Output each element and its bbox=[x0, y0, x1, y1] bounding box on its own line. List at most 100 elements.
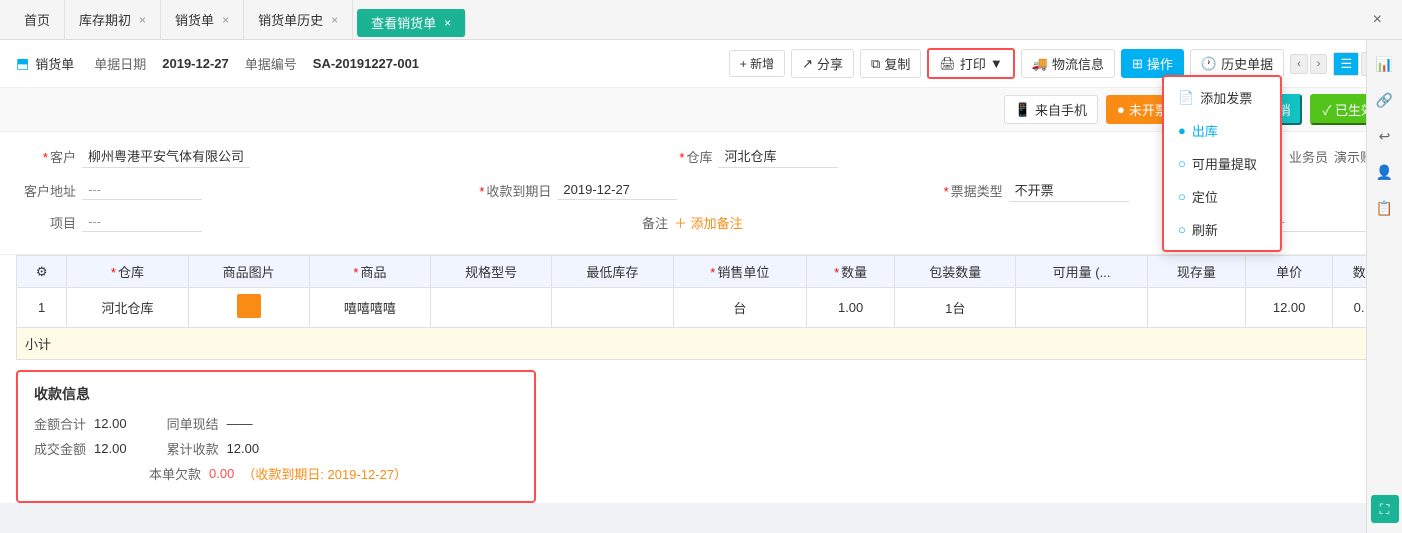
table-header-row: ⚙ 仓库 商品图片 商品 规格型号 最低库存 销售单位 数量 包装数量 可用量 … bbox=[17, 256, 1386, 288]
total-label: 金额合计 bbox=[34, 414, 86, 433]
available-extract-icon: ○ bbox=[1178, 156, 1186, 171]
effective-icon: ✓ bbox=[1322, 103, 1331, 118]
row-quantity: 1.00 bbox=[807, 288, 895, 328]
tab-bar: 首页 库存期初 × 销货单 × 销货单历史 × 查看销货单 × × bbox=[0, 0, 1402, 40]
col-unit-price: 单价 bbox=[1246, 256, 1333, 288]
number-value: SA-20191227-001 bbox=[313, 56, 419, 71]
tab-sales-close[interactable]: × bbox=[222, 13, 229, 27]
address-field: 客户地址 --- bbox=[16, 180, 459, 200]
add-note-button[interactable]: ＋ 添加备注 bbox=[674, 213, 743, 232]
print-dropdown-icon: ▼ bbox=[990, 56, 1003, 71]
doc-type: 销货单 bbox=[35, 54, 74, 73]
payment-row-1: 金额合计 12.00 同单现结 —— bbox=[34, 414, 518, 433]
row-available bbox=[1016, 288, 1147, 328]
warehouse-out-item[interactable]: ● 出库 bbox=[1164, 114, 1280, 147]
next-button[interactable]: › bbox=[1310, 54, 1328, 74]
row-no: 1 bbox=[17, 288, 67, 328]
tab-view-sales[interactable]: 查看销货单 × bbox=[357, 9, 466, 37]
transaction-label: 成交金额 bbox=[34, 439, 86, 458]
ticket-value[interactable]: 不开票 bbox=[1009, 178, 1129, 202]
add-invoice-item[interactable]: 📄 添加发票 bbox=[1164, 81, 1280, 114]
col-min-stock: 最低库存 bbox=[552, 256, 673, 288]
grid-icon: ⊞ bbox=[1132, 56, 1143, 72]
tab-inventory-close[interactable]: × bbox=[139, 13, 146, 27]
customer-value[interactable]: 柳州粤港平安气体有限公司 bbox=[82, 144, 250, 168]
refresh-item[interactable]: ○ 刷新 bbox=[1164, 213, 1280, 246]
col-product: 商品 bbox=[309, 256, 430, 288]
sidebar-icon-5[interactable]: 📋 bbox=[1371, 194, 1399, 222]
add-button[interactable]: + 新增 bbox=[729, 50, 785, 77]
copy-button[interactable]: ⧉ 复制 bbox=[860, 49, 921, 78]
truck-icon: 🚚 bbox=[1032, 56, 1048, 72]
tab-view-sales-close[interactable]: × bbox=[444, 16, 451, 30]
due-date-label: 收款到期日 bbox=[479, 181, 551, 200]
same-order-value: —— bbox=[227, 416, 253, 431]
warehouse-value[interactable]: 河北仓库 bbox=[718, 144, 838, 168]
date-label: 单据日期 bbox=[94, 54, 146, 73]
operation-button[interactable]: ⊞ 操作 bbox=[1121, 49, 1184, 78]
row-product: 嘻嘻嘻嘻 bbox=[309, 288, 430, 328]
available-extract-item[interactable]: ○ 可用量提取 bbox=[1164, 147, 1280, 180]
current-due-value: 0.00 bbox=[209, 466, 234, 481]
col-package-qty: 包装数量 bbox=[895, 256, 1016, 288]
copy-icon: ⧉ bbox=[871, 56, 880, 72]
sidebar-icon-6[interactable]: ⛶ bbox=[1371, 495, 1399, 523]
col-gear: ⚙ bbox=[17, 256, 67, 288]
sidebar-icon-3[interactable]: ↩ bbox=[1371, 122, 1399, 150]
share-button[interactable]: ↗ 分享 bbox=[791, 49, 854, 78]
row-unit: 台 bbox=[673, 288, 807, 328]
transaction-value: 12.00 bbox=[94, 441, 127, 456]
plus-icon: ＋ bbox=[674, 216, 687, 231]
sidebar-icon-4[interactable]: 👤 bbox=[1371, 158, 1399, 186]
current-due-label: 本单欠款 bbox=[149, 464, 201, 483]
logistics-button[interactable]: 🚚 物流信息 bbox=[1021, 49, 1115, 78]
col-warehouse: 仓库 bbox=[67, 256, 188, 288]
due-date-field: 收款到期日 2019-12-27 bbox=[479, 180, 922, 200]
customer-field: 客户 柳州粤港平安气体有限公司 bbox=[16, 144, 632, 168]
same-order-item: 同单现结 —— bbox=[167, 414, 253, 433]
print-button[interactable]: 🖨 打印 ▼ bbox=[927, 48, 1014, 79]
mobile-icon: 📱 bbox=[1015, 102, 1031, 118]
due-date-value[interactable]: 2019-12-27 bbox=[557, 180, 677, 200]
tab-sales[interactable]: 销货单 × bbox=[161, 0, 244, 40]
tab-sales-history-close[interactable]: × bbox=[331, 13, 338, 27]
print-icon: 🖨 bbox=[939, 56, 956, 72]
col-image: 商品图片 bbox=[188, 256, 309, 288]
from-mobile-button[interactable]: 📱 来自手机 bbox=[1004, 95, 1098, 124]
list-view-button[interactable]: ☰ bbox=[1333, 52, 1359, 76]
tab-inventory[interactable]: 库存期初 × bbox=[65, 0, 161, 40]
prev-button[interactable]: ‹ bbox=[1290, 54, 1308, 74]
due-date-hint: （收款到期日: 2019-12-27） bbox=[242, 464, 407, 483]
project-value: --- bbox=[82, 212, 202, 232]
payment-section: 收款信息 金额合计 12.00 同单现结 —— 成交金额 12.00 累计收款 … bbox=[16, 370, 536, 503]
row-spec bbox=[431, 288, 552, 328]
history-button[interactable]: 🕐 历史单据 bbox=[1190, 49, 1284, 78]
sidebar-icon-2[interactable]: 🔗 bbox=[1371, 86, 1399, 114]
same-order-label: 同单现结 bbox=[167, 414, 219, 433]
project-field: 项目 --- bbox=[16, 212, 588, 232]
payment-title: 收款信息 bbox=[34, 384, 518, 404]
window-close-button[interactable]: × bbox=[1363, 11, 1392, 29]
row-warehouse: 河北仓库 bbox=[67, 288, 188, 328]
tab-home[interactable]: 首页 bbox=[10, 0, 65, 40]
data-table: ⚙ 仓库 商品图片 商品 规格型号 最低库存 销售单位 数量 包装数量 可用量 … bbox=[16, 255, 1386, 360]
subtotal-label: 小计 bbox=[17, 328, 1386, 360]
locate-icon: ○ bbox=[1178, 189, 1186, 204]
locate-item[interactable]: ○ 定位 bbox=[1164, 180, 1280, 213]
table-row: 1 河北仓库 嘻嘻嘻嘻 台 1.00 1台 12.00 0. bbox=[17, 288, 1386, 328]
row-current bbox=[1147, 288, 1245, 328]
address-value[interactable]: --- bbox=[82, 180, 202, 200]
col-unit: 销售单位 bbox=[673, 256, 807, 288]
refresh-icon: ○ bbox=[1178, 222, 1186, 237]
product-image bbox=[237, 294, 261, 318]
cumulative-item: 累计收款 12.00 bbox=[167, 439, 260, 458]
sidebar-icon-1[interactable]: 📊 bbox=[1371, 50, 1399, 78]
current-due-item: 本单欠款 0.00 （收款到期日: 2019-12-27） bbox=[149, 464, 407, 483]
doc-icon: ⬒ bbox=[16, 55, 29, 72]
tab-sales-history[interactable]: 销货单历史 × bbox=[244, 0, 353, 40]
note-label: 备注 bbox=[608, 213, 668, 232]
nav-arrows: ‹ › bbox=[1290, 54, 1327, 74]
date-value: 2019-12-27 bbox=[162, 56, 229, 71]
staff-label: 业务员 bbox=[1289, 147, 1328, 166]
col-spec: 规格型号 bbox=[431, 256, 552, 288]
